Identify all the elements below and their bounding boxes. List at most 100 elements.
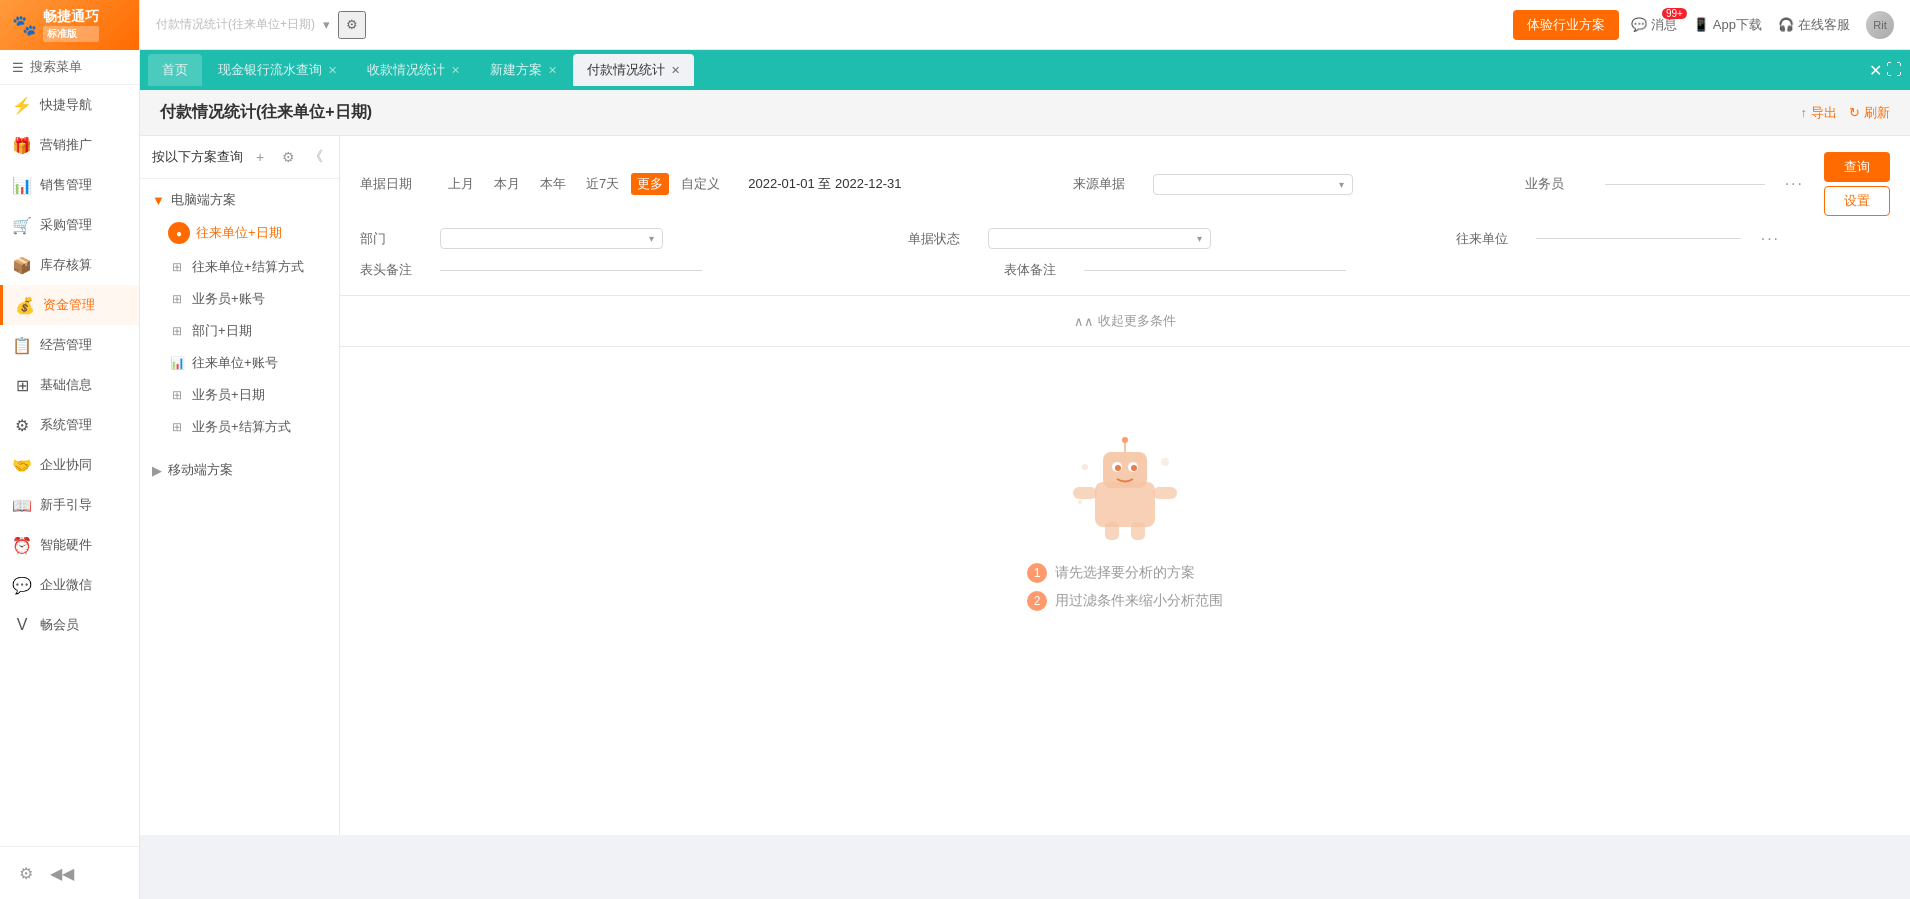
sidebar-item-business[interactable]: 📋 经营管理 xyxy=(0,325,139,365)
sidebar-item-vip[interactable]: V 畅会员 xyxy=(0,605,139,645)
svg-rect-1 xyxy=(1103,452,1147,488)
sidebar-item-finance[interactable]: 💰 资金管理 xyxy=(0,285,139,325)
sidebar-item-inventory[interactable]: 📦 库存核算 xyxy=(0,245,139,285)
svg-point-14 xyxy=(1078,500,1082,504)
sidebar-item-label: 畅会员 xyxy=(40,616,79,634)
tab-bank[interactable]: 现金银行流水查询 ✕ xyxy=(204,54,351,86)
app-download-btn[interactable]: 📱 App下载 xyxy=(1693,16,1762,34)
mobile-scheme-group-header[interactable]: ▶ 移动端方案 xyxy=(140,455,339,485)
tab-payment[interactable]: 付款情况统计 ✕ xyxy=(573,54,694,86)
panel-header: 按以下方案查询 + ⚙ 《 xyxy=(140,136,339,179)
tab-new-plan[interactable]: 新建方案 ✕ xyxy=(476,54,571,86)
collapse-btn[interactable]: ∧∧ 收起更多条件 xyxy=(1054,304,1196,338)
filter-settings-btn[interactable]: 设置 xyxy=(1824,186,1890,216)
dept-select[interactable]: ▾ xyxy=(440,228,663,249)
this-year-btn[interactable]: 本年 xyxy=(532,173,574,195)
tab-bank-close-icon[interactable]: ✕ xyxy=(328,64,337,77)
empty-state: 1 请先选择要分析的方案 2 用过滤条件来缩小分析范围 xyxy=(340,347,1910,691)
pc-scheme-group-header[interactable]: ▼ 电脑端方案 xyxy=(140,185,339,215)
dropdown-arrow-icon[interactable]: ▾ xyxy=(323,17,330,32)
chevron-down-icon: ▼ xyxy=(152,193,165,208)
tab-bar-actions: ✕ ⛶ xyxy=(1869,61,1902,80)
sidebar-item-basic[interactable]: ⊞ 基础信息 xyxy=(0,365,139,405)
sidebar: 🐾 畅捷通巧 标准版 ☰ 搜索菜单 ⚡ 快捷导航 🎁 营销推广 📊 销售管理 🛒… xyxy=(0,0,140,899)
last-month-btn[interactable]: 上月 xyxy=(440,173,482,195)
scheme-item-salesman-date[interactable]: ⊞ 业务员+日期 xyxy=(140,379,339,411)
sidebar-settings-btn[interactable]: ⚙ xyxy=(12,859,40,887)
scheme-item-salesman-account[interactable]: ⊞ 业务员+账号 xyxy=(140,283,339,315)
tab-receipt-close-icon[interactable]: ✕ xyxy=(451,64,460,77)
trial-btn[interactable]: 体验行业方案 xyxy=(1513,10,1619,40)
purchase-icon: 🛒 xyxy=(12,215,32,235)
sidebar-item-label: 采购管理 xyxy=(40,216,92,234)
tab-bank-label: 现金银行流水查询 xyxy=(218,61,322,79)
this-month-btn[interactable]: 本月 xyxy=(486,173,528,195)
page-header-actions: ↑ 导出 ↻ 刷新 xyxy=(1801,104,1891,122)
scheme-item-label: 业务员+账号 xyxy=(192,290,265,308)
refresh-icon: ↻ xyxy=(1849,105,1860,120)
scheme-item-partner-date[interactable]: ● 往来单位+日期 xyxy=(140,215,339,251)
collapse-row: ∧∧ 收起更多条件 xyxy=(340,296,1910,347)
filter-row-2: 部门 ▾ 单据状态 ▾ 往来单位 xyxy=(360,228,1890,249)
tab-payment-close-icon[interactable]: ✕ xyxy=(671,64,680,77)
chart-icon: 📊 xyxy=(168,354,186,372)
sidebar-item-system[interactable]: ⚙ 系统管理 xyxy=(0,405,139,445)
panel-add-btn[interactable]: + xyxy=(249,146,271,168)
custom-date-btn[interactable]: 自定义 xyxy=(673,173,728,195)
partner-dots-btn[interactable]: ··· xyxy=(1761,230,1780,248)
sidebar-item-purchase[interactable]: 🛒 采购管理 xyxy=(0,205,139,245)
message-btn[interactable]: 💬 消息 99+ xyxy=(1631,16,1677,34)
svg-rect-10 xyxy=(1105,522,1119,540)
sidebar-item-sales[interactable]: 📊 销售管理 xyxy=(0,165,139,205)
search-icon: ☰ xyxy=(12,60,24,75)
tab-receipt[interactable]: 收款情况统计 ✕ xyxy=(353,54,474,86)
filter-right-actions: 查询 设置 xyxy=(1824,152,1890,216)
more-dates-btn[interactable]: 更多 xyxy=(631,173,669,195)
tab-payment-label: 付款情况统计 xyxy=(587,61,665,79)
doc-status-select[interactable]: ▾ xyxy=(988,228,1211,249)
service-btn[interactable]: 🎧 在线客服 xyxy=(1778,16,1850,34)
sidebar-item-marketing[interactable]: 🎁 营销推广 xyxy=(0,125,139,165)
tab-close-all-icon[interactable]: ✕ xyxy=(1869,61,1882,80)
sidebar-item-quick-nav[interactable]: ⚡ 快捷导航 xyxy=(0,85,139,125)
sidebar-item-label: 新手引导 xyxy=(40,496,92,514)
tab-home[interactable]: 首页 xyxy=(148,54,202,86)
query-btn[interactable]: 查询 xyxy=(1824,152,1890,182)
tip-num-2: 2 xyxy=(1027,591,1047,611)
empty-illustration xyxy=(1065,427,1185,547)
panel-settings-btn[interactable]: ⚙ xyxy=(277,146,299,168)
scheme-item-partner-settle[interactable]: ⊞ 往来单位+结算方式 xyxy=(140,251,339,283)
tab-new-plan-close-icon[interactable]: ✕ xyxy=(548,64,557,77)
refresh-btn[interactable]: ↻ 刷新 xyxy=(1849,104,1890,122)
sidebar-item-enterprise[interactable]: 🤝 企业协同 xyxy=(0,445,139,485)
export-btn[interactable]: ↑ 导出 xyxy=(1801,104,1838,122)
page-title: 付款情况统计(往来单位+日期) xyxy=(160,102,372,123)
scheme-item-partner-account[interactable]: 📊 往来单位+账号 xyxy=(140,347,339,379)
right-content: 单据日期 上月 本月 本年 近7天 更多 自定义 2022-01-01 至 20… xyxy=(340,136,1910,835)
source-chevron-icon: ▾ xyxy=(1339,179,1344,190)
tip-text-2: 用过滤条件来缩小分析范围 xyxy=(1055,592,1223,610)
sidebar-item-label: 智能硬件 xyxy=(40,536,92,554)
vip-icon: V xyxy=(12,615,32,635)
sidebar-item-wechat[interactable]: 💬 企业微信 xyxy=(0,565,139,605)
search-menu-btn[interactable]: ☰ 搜索菜单 xyxy=(0,50,139,85)
last-7days-btn[interactable]: 近7天 xyxy=(578,173,627,195)
panel-collapse-btn[interactable]: 《 xyxy=(305,146,327,168)
sidebar-collapse-btn[interactable]: ◀◀ xyxy=(48,859,76,887)
tab-fullscreen-icon[interactable]: ⛶ xyxy=(1886,61,1902,80)
source-label: 来源单据 xyxy=(1073,175,1133,193)
sidebar-logo: 🐾 畅捷通巧 标准版 xyxy=(0,0,139,50)
page-header: 付款情况统计(往来单位+日期) ↑ 导出 ↻ 刷新 xyxy=(140,90,1910,136)
scheme-item-dept-date[interactable]: ⊞ 部门+日期 xyxy=(140,315,339,347)
sidebar-item-hardware[interactable]: ⏰ 智能硬件 xyxy=(0,525,139,565)
sidebar-item-label: 资金管理 xyxy=(43,296,95,314)
salesman-dots-btn[interactable]: ··· xyxy=(1785,175,1804,193)
top-header-settings-btn[interactable]: ⚙ xyxy=(338,11,366,39)
avatar[interactable]: Rit xyxy=(1866,11,1894,39)
scheme-item-salesman-settle[interactable]: ⊞ 业务员+结算方式 xyxy=(140,411,339,443)
sidebar-item-label: 营销推广 xyxy=(40,136,92,154)
sidebar-item-guide[interactable]: 📖 新手引导 xyxy=(0,485,139,525)
table-icon: ⊞ xyxy=(168,290,186,308)
refresh-label: 刷新 xyxy=(1864,104,1890,122)
source-select[interactable]: ▾ xyxy=(1153,174,1353,195)
